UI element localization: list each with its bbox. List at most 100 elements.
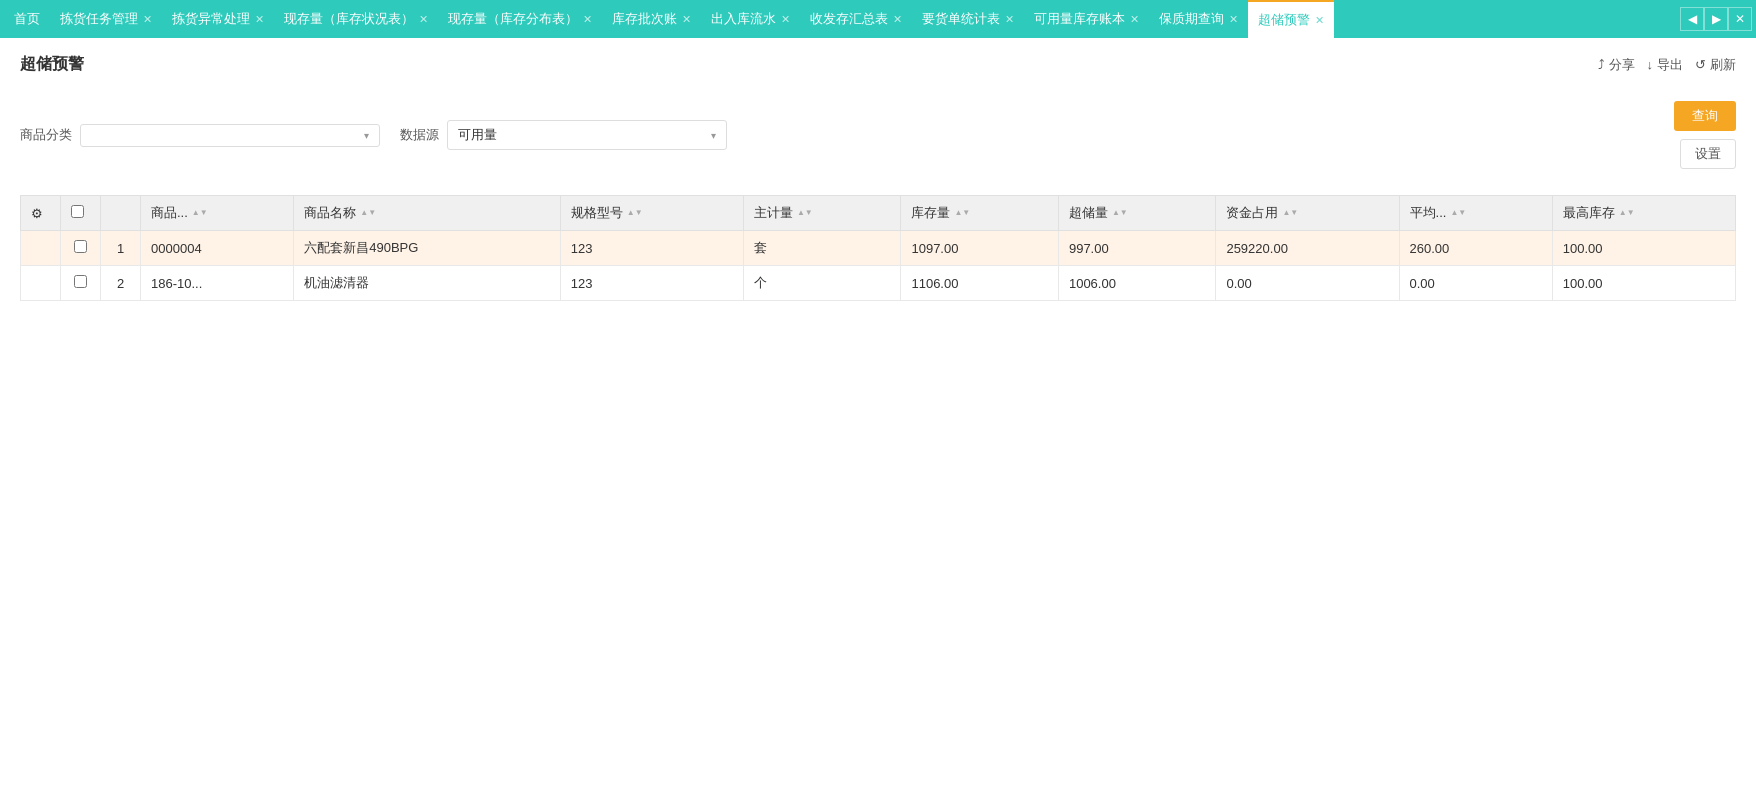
sort-capital-icon: ▲▼ — [1282, 209, 1298, 217]
category-filter: 商品分类 ▾ — [20, 124, 380, 147]
sort-avg-icon: ▲▼ — [1450, 209, 1466, 217]
close-quality-icon[interactable]: ✕ — [1229, 13, 1238, 26]
sort-max-stock-icon: ▲▼ — [1619, 209, 1635, 217]
category-dropdown-icon: ▾ — [364, 130, 369, 141]
row-stock: 1106.00 — [901, 266, 1058, 301]
table-body: 1 0000004 六配套新昌490BPG 123 套 1097.00 997.… — [21, 231, 1736, 301]
row-spec: 123 — [560, 266, 743, 301]
th-avg[interactable]: 平均... ▲▼ — [1399, 196, 1552, 231]
close-inout-flow-icon[interactable]: ✕ — [781, 13, 790, 26]
table-row: 2 186-10... 机油滤清器 123 个 1106.00 1006.00 … — [21, 266, 1736, 301]
datasource-filter: 数据源 可用量 ▾ — [400, 120, 727, 150]
topbar-inout-flow[interactable]: 出入库流水 ✕ — [701, 0, 800, 38]
th-rownum — [101, 196, 141, 231]
datasource-dropdown-icon: ▾ — [711, 130, 716, 141]
nav-prev-button[interactable]: ◀ — [1680, 7, 1704, 31]
topbar-batch[interactable]: 库存批次账 ✕ — [602, 0, 701, 38]
header-actions: ⤴ 分享 ↓ 导出 ↺ 刷新 — [1598, 56, 1737, 74]
row-max-stock: 100.00 — [1552, 231, 1735, 266]
refresh-icon: ↺ — [1695, 57, 1706, 72]
category-label: 商品分类 — [20, 126, 72, 144]
topbar-stock-dist[interactable]: 现存量（库存分布表） ✕ — [438, 0, 602, 38]
th-checkbox — [61, 196, 101, 231]
page-header: 超储预警 ⤴ 分享 ↓ 导出 ↺ 刷新 — [20, 54, 1736, 75]
row-unit: 个 — [743, 266, 900, 301]
row-gear-cell — [21, 231, 61, 266]
datasource-select-value: 可用量 — [458, 126, 497, 144]
topbar: 首页 拣货任务管理 ✕ 拣货异常处理 ✕ 现存量（库存状况表） ✕ 现存量（库存… — [0, 0, 1756, 38]
row-overflow: 997.00 — [1058, 231, 1215, 266]
th-gear[interactable]: ⚙ — [21, 196, 61, 231]
nav-controls: ◀ ▶ ✕ — [1680, 7, 1752, 31]
close-overstock-icon[interactable]: ✕ — [1315, 14, 1324, 27]
topbar-home[interactable]: 首页 — [4, 0, 50, 38]
export-button[interactable]: ↓ 导出 — [1647, 56, 1684, 74]
topbar-available-ledger[interactable]: 可用量库存账本 ✕ — [1024, 0, 1149, 38]
row-checkbox-cell[interactable] — [61, 266, 101, 301]
nav-next-button[interactable]: ▶ — [1704, 7, 1728, 31]
row-gear-cell — [21, 266, 61, 301]
select-all-checkbox[interactable] — [71, 205, 84, 218]
th-overflow[interactable]: 超储量 ▲▼ — [1058, 196, 1215, 231]
close-pick-task-icon[interactable]: ✕ — [143, 13, 152, 26]
row-checkbox[interactable] — [74, 240, 87, 253]
topbar-summary[interactable]: 收发存汇总表 ✕ — [800, 0, 912, 38]
row-checkbox[interactable] — [74, 275, 87, 288]
topbar-overstock[interactable]: 超储预警 ✕ — [1248, 0, 1334, 38]
share-button[interactable]: ⤴ 分享 — [1598, 56, 1635, 74]
close-demand-icon[interactable]: ✕ — [1005, 13, 1014, 26]
th-product-code[interactable]: 商品... ▲▼ — [141, 196, 294, 231]
close-available-ledger-icon[interactable]: ✕ — [1130, 13, 1139, 26]
settings-button[interactable]: 设置 — [1680, 139, 1736, 169]
category-select[interactable]: ▾ — [80, 124, 380, 147]
topbar-pick-abnormal[interactable]: 拣货异常处理 ✕ — [162, 0, 274, 38]
row-num: 1 — [101, 231, 141, 266]
export-icon: ↓ — [1647, 57, 1654, 72]
row-avg: 0.00 — [1399, 266, 1552, 301]
gear-icon: ⚙ — [31, 206, 43, 221]
row-stock: 1097.00 — [901, 231, 1058, 266]
sort-unit-icon: ▲▼ — [797, 209, 813, 217]
th-stock[interactable]: 库存量 ▲▼ — [901, 196, 1058, 231]
row-product-code: 186-10... — [141, 266, 294, 301]
close-pick-abnormal-icon[interactable]: ✕ — [255, 13, 264, 26]
row-spec: 123 — [560, 231, 743, 266]
close-stock-status-icon[interactable]: ✕ — [419, 13, 428, 26]
row-unit: 套 — [743, 231, 900, 266]
table-header: ⚙ 商品... ▲▼ 商品名称 ▲▼ — [21, 196, 1736, 231]
row-overflow: 1006.00 — [1058, 266, 1215, 301]
th-spec[interactable]: 规格型号 ▲▼ — [560, 196, 743, 231]
refresh-button[interactable]: ↺ 刷新 — [1695, 56, 1736, 74]
filter-area: 商品分类 ▾ 数据源 可用量 ▾ 查询 设置 — [20, 91, 1736, 179]
page-content: 超储预警 ⤴ 分享 ↓ 导出 ↺ 刷新 商品分类 ▾ 数据源 — [0, 38, 1756, 800]
topbar-pick-task[interactable]: 拣货任务管理 ✕ — [50, 0, 162, 38]
nav-close-all-button[interactable]: ✕ — [1728, 7, 1752, 31]
page-title: 超储预警 — [20, 54, 84, 75]
sort-product-name-icon: ▲▼ — [360, 209, 376, 217]
row-checkbox-cell[interactable] — [61, 231, 101, 266]
query-button[interactable]: 查询 — [1674, 101, 1736, 131]
datasource-select[interactable]: 可用量 ▾ — [447, 120, 727, 150]
row-avg: 260.00 — [1399, 231, 1552, 266]
data-table: ⚙ 商品... ▲▼ 商品名称 ▲▼ — [20, 195, 1736, 301]
sort-product-code-icon: ▲▼ — [192, 209, 208, 217]
th-capital[interactable]: 资金占用 ▲▼ — [1216, 196, 1399, 231]
sort-overflow-icon: ▲▼ — [1112, 209, 1128, 217]
close-stock-dist-icon[interactable]: ✕ — [583, 13, 592, 26]
sort-spec-icon: ▲▼ — [627, 209, 643, 217]
row-product-name: 六配套新昌490BPG — [294, 231, 561, 266]
row-max-stock: 100.00 — [1552, 266, 1735, 301]
topbar-stock-status[interactable]: 现存量（库存状况表） ✕ — [274, 0, 438, 38]
th-max-stock[interactable]: 最高库存 ▲▼ — [1552, 196, 1735, 231]
th-product-name[interactable]: 商品名称 ▲▼ — [294, 196, 561, 231]
topbar-demand[interactable]: 要货单统计表 ✕ — [912, 0, 1024, 38]
topbar-quality[interactable]: 保质期查询 ✕ — [1149, 0, 1248, 38]
sort-stock-icon: ▲▼ — [954, 209, 970, 217]
row-capital: 0.00 — [1216, 266, 1399, 301]
row-capital: 259220.00 — [1216, 231, 1399, 266]
close-batch-icon[interactable]: ✕ — [682, 13, 691, 26]
filter-right-actions: 查询 设置 — [1674, 101, 1736, 169]
close-summary-icon[interactable]: ✕ — [893, 13, 902, 26]
th-unit[interactable]: 主计量 ▲▼ — [743, 196, 900, 231]
row-product-name: 机油滤清器 — [294, 266, 561, 301]
